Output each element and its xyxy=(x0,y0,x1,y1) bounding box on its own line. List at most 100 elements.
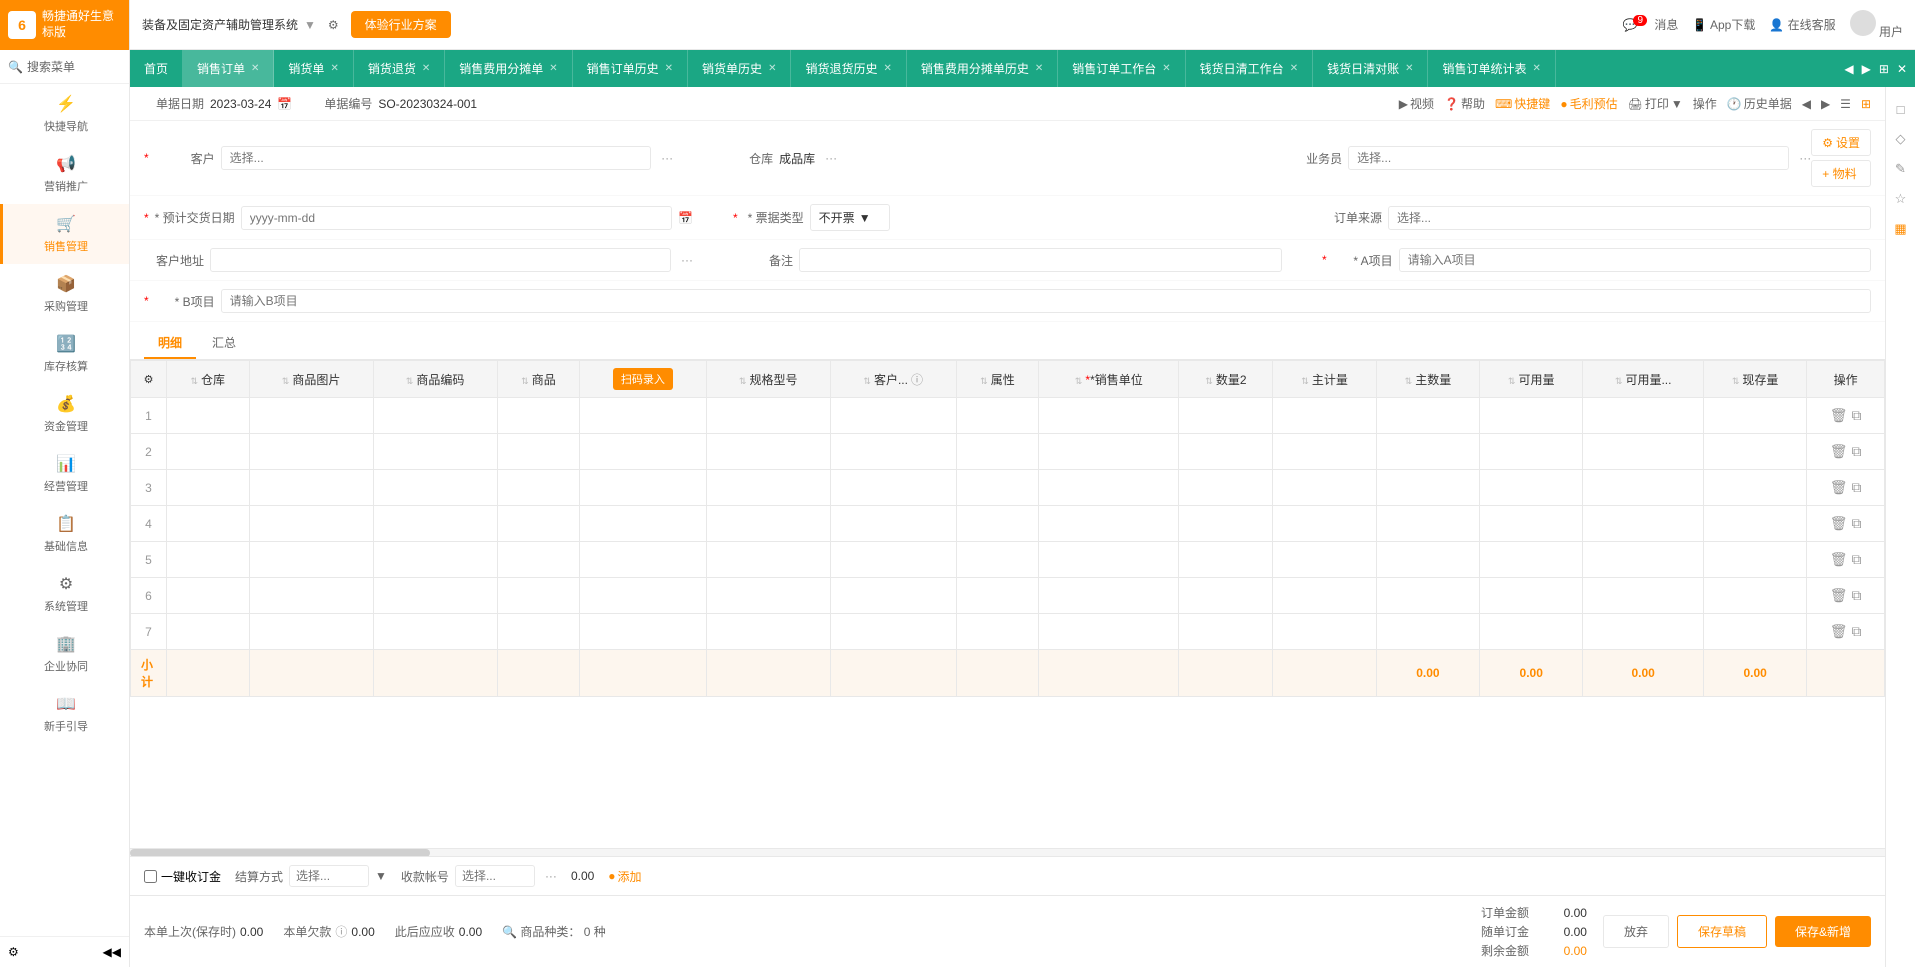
sidebar-item-guide[interactable]: 📖 新手引导 xyxy=(0,684,129,744)
sidebar-item-finance[interactable]: 💰 资金管理 xyxy=(0,384,129,444)
cell-product_code[interactable] xyxy=(373,578,497,614)
add-deposit-button[interactable]: ● 添加 xyxy=(608,868,641,885)
cell-attribute[interactable] xyxy=(956,398,1039,434)
tab-close-icon[interactable]: ✕ xyxy=(330,63,338,74)
cell-product_code[interactable] xyxy=(373,470,497,506)
one-click-checkbox-input[interactable] xyxy=(144,870,157,883)
grid-view-icon[interactable]: ⊞ xyxy=(1861,97,1871,111)
cell-sales_unit[interactable] xyxy=(1039,434,1179,470)
cell-product_image[interactable] xyxy=(249,614,373,650)
cell-main_qty[interactable] xyxy=(1376,506,1479,542)
online-service-link[interactable]: 👤 在线客服 xyxy=(1769,16,1835,33)
right-panel-icon-3[interactable]: ✎ xyxy=(1889,157,1913,181)
cell-scan[interactable] xyxy=(580,542,706,578)
salesperson-more-icon[interactable]: ··· xyxy=(1799,151,1811,165)
delete-row-icon[interactable]: 🗑 xyxy=(1830,407,1848,424)
cell-qty2[interactable] xyxy=(1179,470,1273,506)
tab-prev-icon[interactable]: ◀ xyxy=(1840,62,1857,76)
sidebar-item-quick-nav[interactable]: ⚡ 快捷导航 xyxy=(0,84,129,144)
nav-left-icon[interactable]: ◀ xyxy=(1802,97,1811,111)
cell-warehouse[interactable] xyxy=(167,614,250,650)
cell-qty2[interactable] xyxy=(1179,398,1273,434)
cell-main_unit[interactable] xyxy=(1273,506,1376,542)
cell-scan[interactable] xyxy=(580,398,706,434)
cell-available2[interactable] xyxy=(1583,542,1704,578)
cell-attribute[interactable] xyxy=(956,434,1039,470)
tab-sales-fee[interactable]: 销售费用分摊单 ✕ xyxy=(445,50,572,87)
payment-input[interactable] xyxy=(289,865,369,887)
cell-scan[interactable] xyxy=(580,434,706,470)
account-input[interactable] xyxy=(455,865,535,887)
cell-customer_ref[interactable] xyxy=(830,578,956,614)
cell-available[interactable] xyxy=(1480,434,1583,470)
th-settings[interactable]: ⚙ xyxy=(131,361,167,398)
copy-row-icon[interactable]: ⧉ xyxy=(1852,407,1862,424)
cell-main_unit[interactable] xyxy=(1273,614,1376,650)
list-view-icon[interactable]: ☰ xyxy=(1840,97,1851,111)
delete-row-icon[interactable]: 🗑 xyxy=(1830,551,1848,568)
tab-sales-goods[interactable]: 销货单 ✕ xyxy=(274,50,353,87)
tab-expand-icon[interactable]: ⊞ xyxy=(1875,62,1893,76)
cell-main_qty[interactable] xyxy=(1376,542,1479,578)
print-btn[interactable]: 🖨 打印 ▼ xyxy=(1628,95,1683,112)
cell-scan[interactable] xyxy=(580,614,706,650)
calendar-icon[interactable]: 📅 xyxy=(277,97,292,111)
info-circle-icon[interactable]: ⓘ xyxy=(335,923,347,940)
cell-sales_unit[interactable] xyxy=(1039,506,1179,542)
tab-close-icon[interactable]: ✕ xyxy=(422,63,430,74)
right-panel-icon-5[interactable]: ▦ xyxy=(1889,217,1913,241)
tab-close-icon[interactable]: ✕ xyxy=(1533,63,1541,74)
cell-spec[interactable] xyxy=(706,578,830,614)
cell-customer_ref[interactable] xyxy=(830,398,956,434)
cell-available2[interactable] xyxy=(1583,578,1704,614)
cell-qty2[interactable] xyxy=(1179,434,1273,470)
tab-sales-order-history[interactable]: 销售订单历史 ✕ xyxy=(573,50,688,87)
project-b-input[interactable] xyxy=(221,289,1871,313)
tab-close-icon[interactable]: ✕ xyxy=(1035,63,1043,74)
cell-attribute[interactable] xyxy=(956,470,1039,506)
right-panel-icon-4[interactable]: ☆ xyxy=(1889,187,1913,211)
tab-order-workbench[interactable]: 销售订单工作台 ✕ xyxy=(1058,50,1185,87)
cell-attribute[interactable] xyxy=(956,578,1039,614)
cell-main_unit[interactable] xyxy=(1273,578,1376,614)
delete-row-icon[interactable]: 🗑 xyxy=(1830,587,1848,604)
copy-row-icon[interactable]: ⧉ xyxy=(1852,587,1862,604)
sidebar-item-sales[interactable]: 🛒 销售管理 xyxy=(0,204,129,264)
cell-available[interactable] xyxy=(1480,470,1583,506)
message-icon[interactable]: 💬9 消息 xyxy=(1622,16,1678,33)
cell-spec[interactable] xyxy=(706,398,830,434)
cell-qty2[interactable] xyxy=(1179,578,1273,614)
cell-qty2[interactable] xyxy=(1179,506,1273,542)
cell-attribute[interactable] xyxy=(956,614,1039,650)
save-draft-button[interactable]: 保存草稿 xyxy=(1677,915,1767,948)
cell-main_qty[interactable] xyxy=(1376,614,1479,650)
cell-product[interactable] xyxy=(497,542,580,578)
app-download-link[interactable]: 📱 App下载 xyxy=(1692,16,1755,33)
cell-product_code[interactable] xyxy=(373,614,497,650)
profit-estimate-btn[interactable]: ● 毛利预估 xyxy=(1560,95,1617,112)
cell-product[interactable] xyxy=(497,578,580,614)
cell-available[interactable] xyxy=(1480,542,1583,578)
cell-available2[interactable] xyxy=(1583,614,1704,650)
cell-current_stock[interactable] xyxy=(1703,434,1806,470)
invoice-select[interactable]: 不开票 ▼ xyxy=(810,204,890,231)
sidebar-item-enterprise[interactable]: 🏢 企业协同 xyxy=(0,624,129,684)
cell-available[interactable] xyxy=(1480,506,1583,542)
view-video-btn[interactable]: ▶ 视频 xyxy=(1399,95,1434,112)
collapse-icon[interactable]: ◀◀ xyxy=(103,945,121,959)
cell-main_unit[interactable] xyxy=(1273,470,1376,506)
tab-sales-order[interactable]: 销售订单 ✕ xyxy=(183,50,274,87)
one-click-deposit-checkbox[interactable]: 一键收订金 xyxy=(144,868,221,885)
cell-available2[interactable] xyxy=(1583,398,1704,434)
cell-product_code[interactable] xyxy=(373,542,497,578)
cell-warehouse[interactable] xyxy=(167,434,250,470)
cell-main_qty[interactable] xyxy=(1376,578,1479,614)
tab-return-history[interactable]: 销货退货历史 ✕ xyxy=(791,50,906,87)
payment-dropdown-icon[interactable]: ▼ xyxy=(375,869,387,883)
tab-close-icon[interactable]: ✕ xyxy=(883,63,891,74)
delete-row-icon[interactable]: 🗑 xyxy=(1830,515,1848,532)
search-menu[interactable]: 🔍 搜索菜单 xyxy=(0,50,129,84)
address-more-icon[interactable]: ··· xyxy=(681,253,693,267)
tab-sales-return[interactable]: 销货退货 ✕ xyxy=(354,50,445,87)
user-menu[interactable]: 用户 xyxy=(1850,10,1903,40)
